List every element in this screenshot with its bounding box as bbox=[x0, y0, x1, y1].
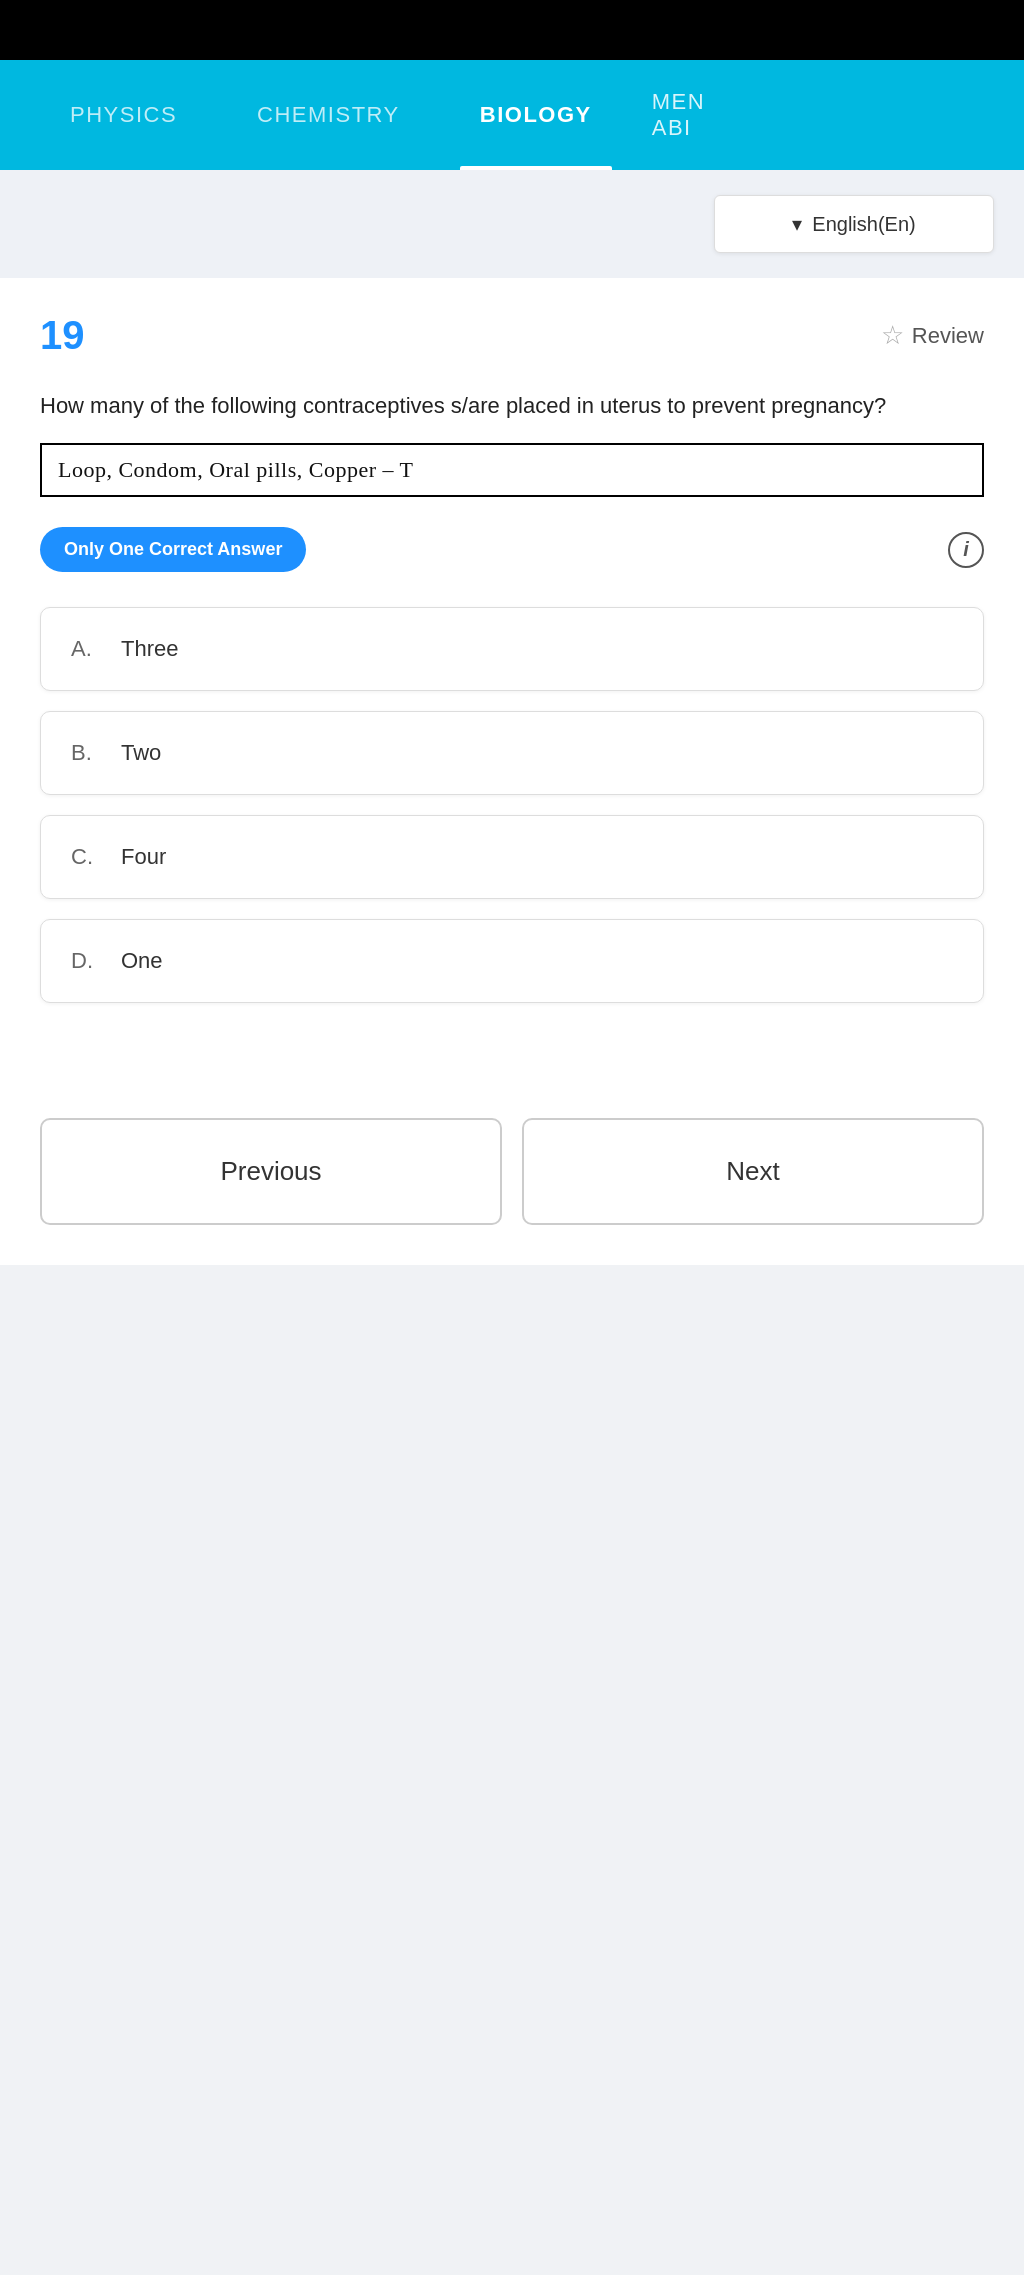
option-b-letter: B. bbox=[71, 740, 101, 766]
option-b-text: Two bbox=[121, 740, 161, 766]
nav-item-physics[interactable]: PHYSICS bbox=[30, 60, 217, 170]
review-label: Review bbox=[912, 323, 984, 349]
option-d-letter: D. bbox=[71, 948, 101, 974]
option-a-letter: A. bbox=[71, 636, 101, 662]
review-button[interactable]: ☆ Review bbox=[881, 320, 984, 351]
star-icon: ☆ bbox=[881, 320, 904, 351]
question-header: 19 ☆ Review bbox=[40, 313, 984, 358]
question-highlight: Loop, Condom, Oral pills, Copper – T bbox=[40, 443, 984, 497]
bottom-space bbox=[0, 1265, 1024, 1465]
status-bar bbox=[0, 0, 1024, 60]
nav-more-line1: MEN bbox=[652, 89, 705, 115]
option-d-text: One bbox=[121, 948, 163, 974]
option-b[interactable]: B. Two bbox=[40, 711, 984, 795]
chevron-down-icon: ▾ bbox=[792, 212, 802, 236]
nav-bar: PHYSICS CHEMISTRY BIOLOGY MEN ABI bbox=[0, 60, 1024, 170]
main-content: 19 ☆ Review How many of the following co… bbox=[0, 278, 1024, 1098]
option-c-text: Four bbox=[121, 844, 166, 870]
option-a[interactable]: A. Three bbox=[40, 607, 984, 691]
nav-item-more[interactable]: MEN ABI bbox=[632, 60, 725, 170]
option-d[interactable]: D. One bbox=[40, 919, 984, 1003]
nav-buttons: Previous Next bbox=[0, 1098, 1024, 1265]
language-label: English(En) bbox=[812, 213, 915, 236]
question-text: How many of the following contraceptives… bbox=[40, 388, 984, 423]
option-c[interactable]: C. Four bbox=[40, 815, 984, 899]
language-selector[interactable]: ▾ English(En) bbox=[714, 195, 994, 253]
option-c-letter: C. bbox=[71, 844, 101, 870]
language-area: ▾ English(En) bbox=[0, 170, 1024, 278]
nav-item-biology[interactable]: BIOLOGY bbox=[440, 60, 632, 170]
answer-type-badge: Only One Correct Answer bbox=[40, 527, 306, 572]
answer-type-row: Only One Correct Answer i bbox=[40, 527, 984, 572]
nav-item-chemistry[interactable]: CHEMISTRY bbox=[217, 60, 440, 170]
info-icon[interactable]: i bbox=[948, 532, 984, 568]
options-container: A. Three B. Two C. Four D. One bbox=[40, 607, 984, 1003]
option-a-text: Three bbox=[121, 636, 178, 662]
next-button[interactable]: Next bbox=[522, 1118, 984, 1225]
nav-more-line2: ABI bbox=[652, 115, 692, 141]
question-number: 19 bbox=[40, 313, 85, 358]
previous-button[interactable]: Previous bbox=[40, 1118, 502, 1225]
